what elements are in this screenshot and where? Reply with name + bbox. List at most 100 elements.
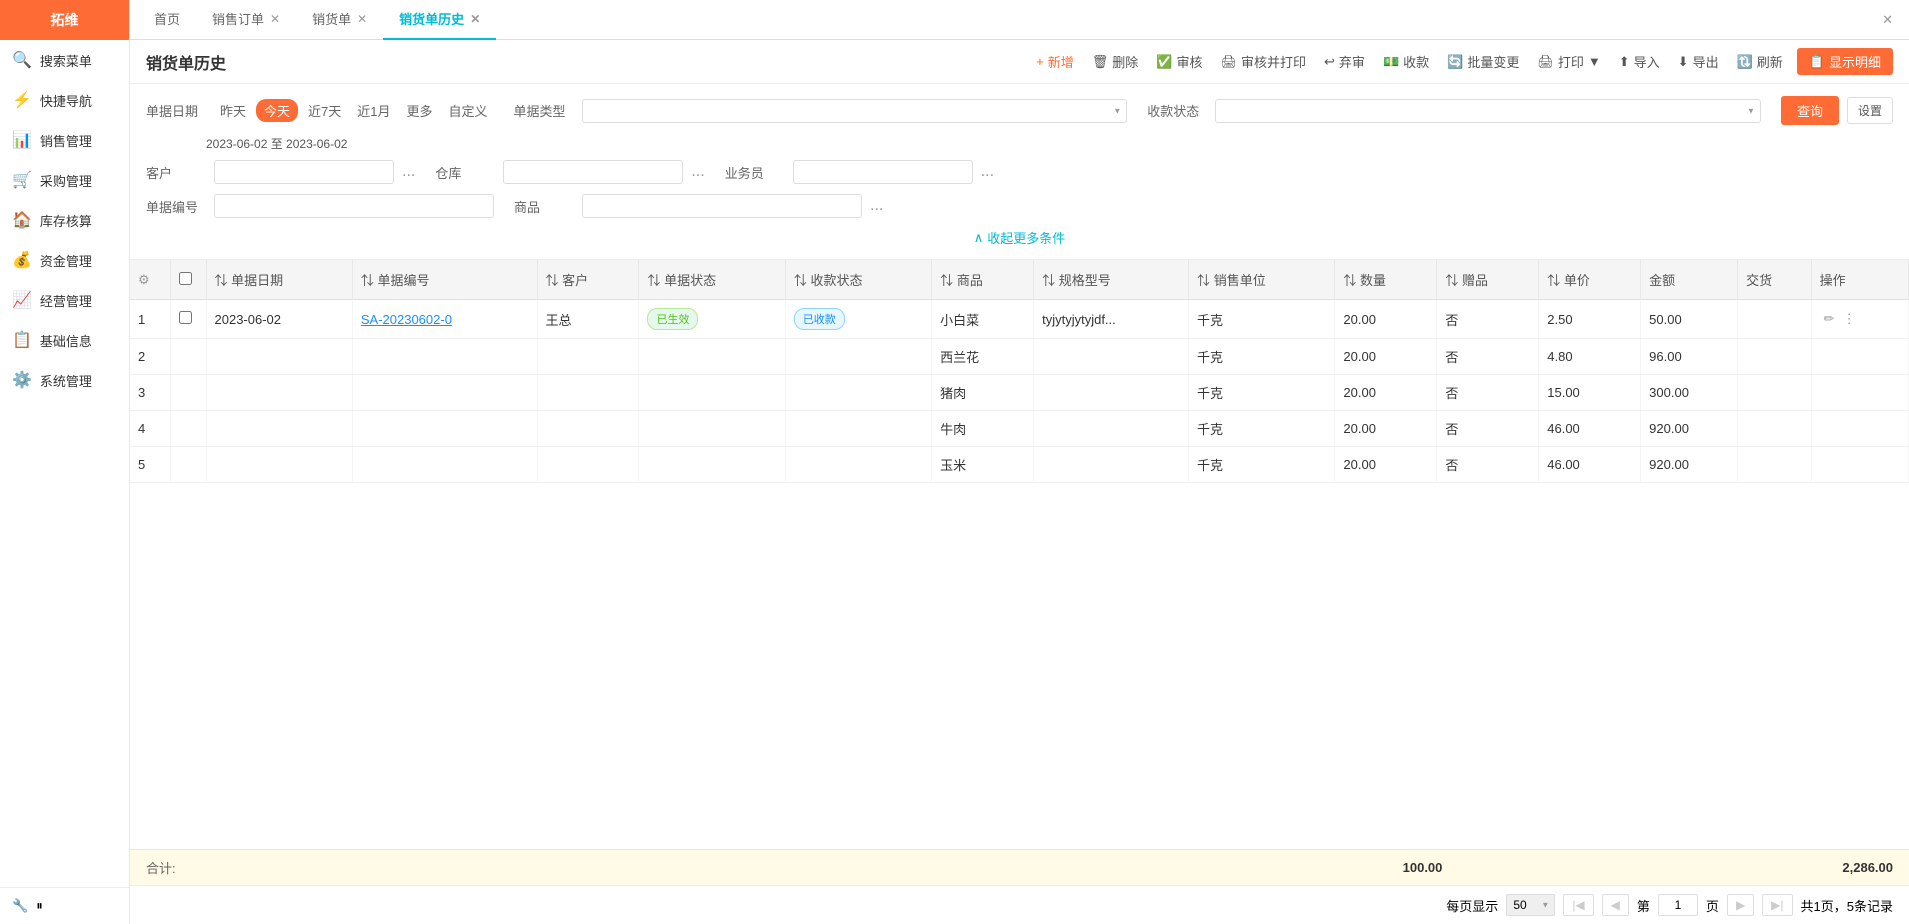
th-gear[interactable]: ⚙ bbox=[130, 260, 170, 300]
select-all-checkbox[interactable] bbox=[179, 272, 192, 285]
date-shortcut-custom[interactable]: 自定义 bbox=[443, 99, 494, 122]
sidebar-item-label: 快捷导航 bbox=[40, 91, 92, 110]
cell-spec: tyjytyjytyjdf... bbox=[1034, 300, 1189, 339]
th-pay-status[interactable]: ⇅ 收款状态 bbox=[785, 260, 931, 300]
cell-pay-status: 已收款 bbox=[785, 300, 931, 339]
salesman-input[interactable] bbox=[793, 160, 973, 184]
salesman-dots-btn[interactable]: ... bbox=[981, 163, 994, 181]
sidebar-item-fund-mgmt[interactable]: 💰 资金管理 bbox=[0, 240, 129, 280]
sidebar-logo: 拓维 bbox=[0, 0, 129, 40]
new-button[interactable]: + 新增 bbox=[1032, 50, 1078, 73]
prev-page-btn[interactable]: ◀ bbox=[1602, 894, 1629, 916]
th-qty[interactable]: ⇅ 数量 bbox=[1335, 260, 1437, 300]
cell-price: 15.00 bbox=[1539, 375, 1641, 411]
query-button[interactable]: 查询 bbox=[1781, 96, 1839, 125]
date-range-value: 2023-06-02 至 2023-06-02 bbox=[206, 135, 347, 152]
sidebar-item-sys-mgmt[interactable]: ⚙️ 系统管理 bbox=[0, 360, 129, 400]
salesman-filter-group: 业务员 ... bbox=[725, 160, 994, 184]
th-doc-status[interactable]: ⇅ 单据状态 bbox=[639, 260, 785, 300]
export-button[interactable]: ⬇ 导出 bbox=[1674, 50, 1723, 73]
tab-delivery-history[interactable]: 销货单历史 ✕ bbox=[383, 0, 496, 40]
date-shortcut-today[interactable]: 今天 bbox=[256, 99, 298, 122]
doc-type-select[interactable] bbox=[582, 99, 1128, 123]
sidebar-collapse[interactable]: 🔧 ⏸ bbox=[0, 887, 129, 924]
delete-button[interactable]: 🗑 删除 bbox=[1088, 50, 1143, 73]
th-doc-no[interactable]: ⇅ 单据编号 bbox=[352, 260, 537, 300]
import-button[interactable]: ⬆ 导入 bbox=[1615, 50, 1664, 73]
cell-row-num: 1 bbox=[130, 300, 170, 339]
cell-spec bbox=[1034, 411, 1189, 447]
cell-amount: 920.00 bbox=[1641, 411, 1738, 447]
sidebar-item-sales-mgmt[interactable]: 📊 销售管理 bbox=[0, 120, 129, 160]
sidebar-bottom-icon: ⏸ bbox=[36, 898, 43, 914]
goods-dots-btn[interactable]: ... bbox=[870, 197, 883, 215]
cart-icon: 🛒 bbox=[12, 170, 32, 190]
settings-button[interactable]: 设置 bbox=[1847, 97, 1893, 124]
tab-delivery[interactable]: 销货单 ✕ bbox=[296, 0, 383, 40]
sidebar-item-stock-calc[interactable]: 🏠 库存核算 bbox=[0, 200, 129, 240]
doc-no-link[interactable]: SA-20230602-0 bbox=[361, 312, 452, 327]
collapse-button[interactable]: ∧ 收起更多条件 bbox=[974, 228, 1066, 247]
sidebar-item-ops-mgmt[interactable]: 📈 经营管理 bbox=[0, 280, 129, 320]
date-shortcut-more[interactable]: 更多 bbox=[401, 99, 439, 122]
pay-status-select[interactable] bbox=[1215, 99, 1761, 123]
tab-sales-order[interactable]: 销售订单 ✕ bbox=[196, 0, 296, 40]
show-detail-button[interactable]: 📋 显示明细 bbox=[1797, 48, 1893, 75]
th-price[interactable]: ⇅ 单价 bbox=[1539, 260, 1641, 300]
close-tab-sales-order[interactable]: ✕ bbox=[270, 12, 280, 26]
sidebar-item-basic-info[interactable]: 📋 基础信息 bbox=[0, 320, 129, 360]
th-customer[interactable]: ⇅ 客户 bbox=[537, 260, 639, 300]
close-tab-delivery-history[interactable]: ✕ bbox=[470, 12, 480, 26]
page-input[interactable] bbox=[1658, 894, 1698, 916]
edit-action-btn[interactable]: ✏ bbox=[1820, 311, 1839, 326]
warehouse-input[interactable] bbox=[503, 160, 683, 184]
page-label: 第 bbox=[1637, 896, 1650, 915]
cell-gift: 否 bbox=[1437, 375, 1539, 411]
tab-home[interactable]: 首页 bbox=[138, 0, 196, 40]
sidebar-item-purchase-mgmt[interactable]: 🛒 采购管理 bbox=[0, 160, 129, 200]
abandon-button[interactable]: ↩ 弃审 bbox=[1320, 50, 1369, 73]
cell-doc-date bbox=[206, 411, 352, 447]
docno-input[interactable] bbox=[214, 194, 494, 218]
customer-input[interactable] bbox=[214, 160, 394, 184]
review-button[interactable]: ✅ 审核 bbox=[1152, 50, 1206, 73]
th-gift[interactable]: ⇅ 赠品 bbox=[1437, 260, 1539, 300]
cell-goods: 西兰花 bbox=[932, 339, 1034, 375]
cell-doc-status bbox=[639, 447, 785, 483]
th-unit[interactable]: ⇅ 销售单位 bbox=[1189, 260, 1335, 300]
cell-checkbox bbox=[170, 339, 206, 375]
review-print-button[interactable]: 🖨 审核并打印 bbox=[1216, 50, 1310, 73]
date-shortcuts: 昨天 今天 近7天 近1月 更多 自定义 bbox=[214, 99, 494, 122]
first-page-btn[interactable]: |◀ bbox=[1563, 894, 1593, 916]
cell-price: 4.80 bbox=[1539, 339, 1641, 375]
date-shortcut-yesterday[interactable]: 昨天 bbox=[214, 99, 252, 122]
table-gear-icon[interactable]: ⚙ bbox=[138, 272, 150, 287]
th-goods[interactable]: ⇅ 商品 bbox=[932, 260, 1034, 300]
goods-input[interactable] bbox=[582, 194, 862, 218]
sidebar-item-quick-nav[interactable]: ⚡ 快捷导航 bbox=[0, 80, 129, 120]
date-shortcut-1month[interactable]: 近1月 bbox=[351, 99, 396, 122]
money-icon: 💰 bbox=[12, 250, 32, 270]
table-row: 3猪肉千克20.00否15.00300.00 bbox=[130, 375, 1909, 411]
more-action-btn[interactable]: ⋮ bbox=[1839, 311, 1860, 326]
next-page-btn[interactable]: ▶ bbox=[1727, 894, 1754, 916]
batch-change-button[interactable]: 🔄 批量变更 bbox=[1443, 50, 1523, 73]
page-header: 销货单历史 + 新增 🗑 删除 ✅ 审核 🖨 审核并打印 bbox=[130, 40, 1909, 84]
refresh-button[interactable]: 🔃 刷新 bbox=[1733, 50, 1787, 73]
close-tab-delivery[interactable]: ✕ bbox=[357, 12, 367, 26]
print-button[interactable]: 🖨 打印 ▼ bbox=[1533, 50, 1604, 73]
row-checkbox[interactable] bbox=[179, 311, 192, 324]
collect-button[interactable]: 💵 收款 bbox=[1379, 50, 1433, 73]
cell-gift: 否 bbox=[1437, 300, 1539, 339]
cell-pay-status bbox=[785, 411, 931, 447]
th-spec[interactable]: ⇅ 规格型号 bbox=[1034, 260, 1189, 300]
close-all-tabs[interactable]: ✕ bbox=[1874, 12, 1901, 28]
customer-dots-btn[interactable]: ... bbox=[402, 163, 415, 181]
last-page-btn[interactable]: ▶| bbox=[1762, 894, 1792, 916]
sidebar-item-search-menu[interactable]: 🔍 搜索菜单 bbox=[0, 40, 129, 80]
cell-doc-status bbox=[639, 411, 785, 447]
date-shortcut-7days[interactable]: 近7天 bbox=[302, 99, 347, 122]
th-doc-date[interactable]: ⇅ 单据日期 bbox=[206, 260, 352, 300]
warehouse-dots-btn[interactable]: ... bbox=[691, 163, 704, 181]
per-page-select[interactable]: 50 100 bbox=[1506, 894, 1555, 916]
